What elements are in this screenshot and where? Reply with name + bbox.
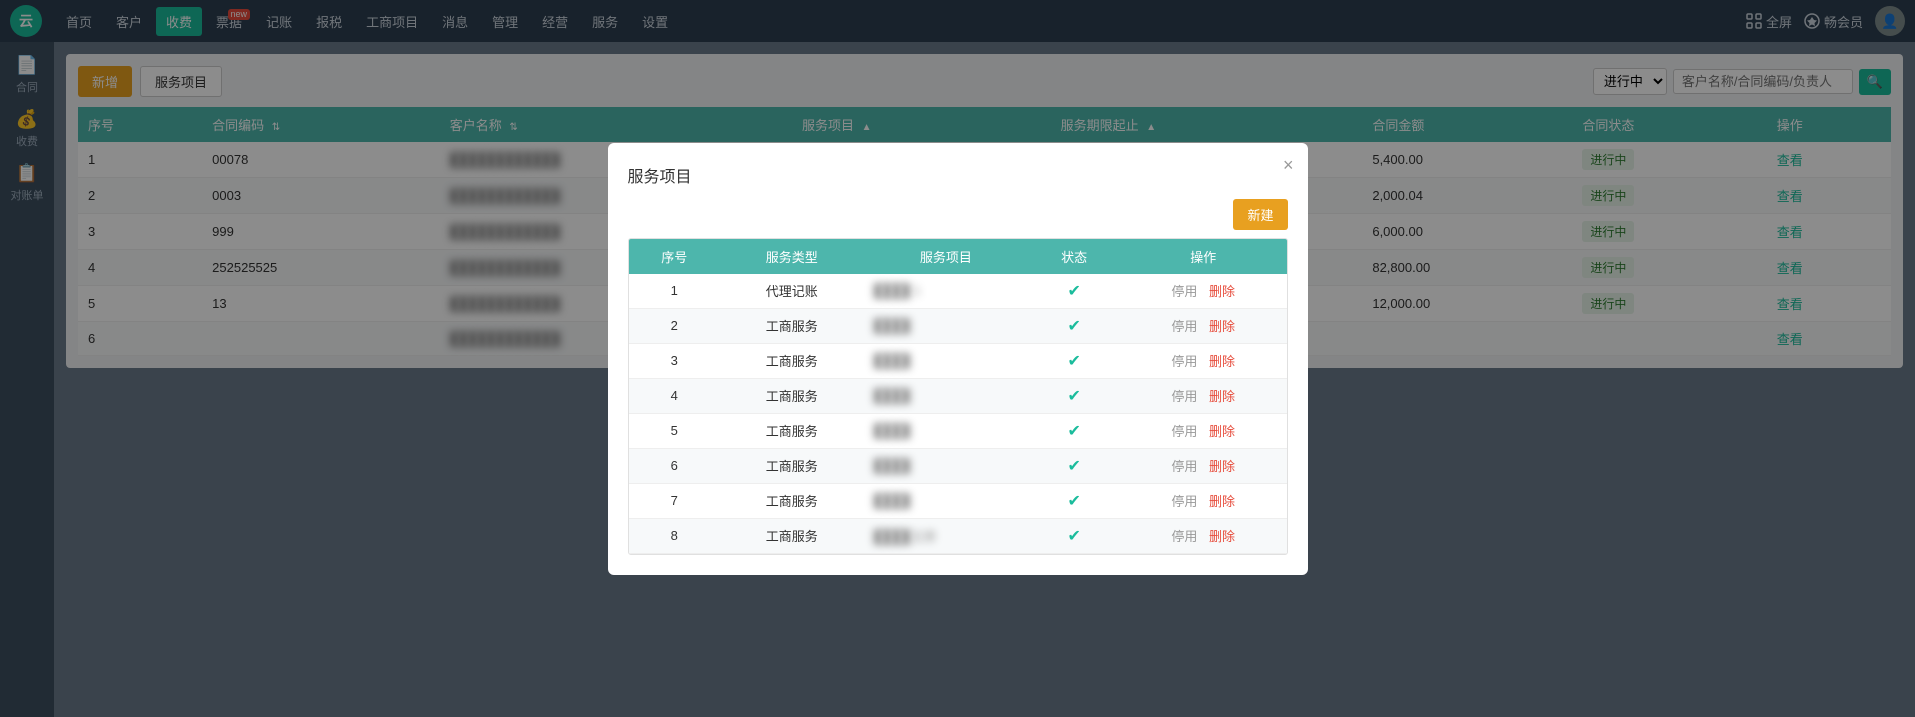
modal-td-item: ████注册 (863, 518, 1028, 553)
modal-td-action: 停用 删除 (1120, 378, 1287, 413)
delete-button[interactable]: 删除 (1209, 389, 1235, 404)
modal-td-action: 停用 删除 (1120, 413, 1287, 448)
modal-table-row: 1 代理记账 ████ 1 ✔ 停用 删除 (629, 274, 1287, 309)
modal-td-status: ✔ (1028, 343, 1120, 378)
service-items-table: 序号 服务类型 服务项目 状态 操作 1 代理记账 ████ 1 ✔ 停用 删除… (629, 239, 1287, 554)
modal-td-type: 工商服务 (720, 448, 863, 483)
stop-button[interactable]: 停用 (1171, 424, 1197, 439)
modal-td-index: 4 (629, 378, 721, 413)
modal-table-header: 序号 服务类型 服务项目 状态 操作 (629, 239, 1287, 274)
modal-td-action: 停用 删除 (1120, 308, 1287, 343)
modal-td-index: 5 (629, 413, 721, 448)
modal-td-status: ✔ (1028, 308, 1120, 343)
modal-td-item: ████ (863, 483, 1028, 518)
status-check-icon: ✔ (1067, 458, 1080, 475)
delete-button[interactable]: 删除 (1209, 529, 1235, 544)
modal-th-index: 序号 (629, 239, 721, 274)
status-check-icon: ✔ (1067, 423, 1080, 440)
status-check-icon: ✔ (1067, 388, 1080, 405)
stop-button[interactable]: 停用 (1171, 284, 1197, 299)
modal-td-item: ████ 1 (863, 274, 1028, 309)
modal-td-action: 停用 删除 (1120, 343, 1287, 378)
modal-table-row: 6 工商服务 ████ ✔ 停用 删除 (629, 448, 1287, 483)
modal-th-status: 状态 (1028, 239, 1120, 274)
modal-overlay[interactable]: × 服务项目 新建 序号 服务类型 服务项目 状态 操作 1 代理记账 ██ (0, 0, 1915, 717)
modal-td-item: ████ (863, 308, 1028, 343)
modal-td-type: 工商服务 (720, 518, 863, 553)
modal-td-index: 1 (629, 274, 721, 309)
modal-td-item: ████ (863, 448, 1028, 483)
modal-td-status: ✔ (1028, 483, 1120, 518)
modal-td-status: ✔ (1028, 448, 1120, 483)
modal-td-index: 7 (629, 483, 721, 518)
stop-button[interactable]: 停用 (1171, 389, 1197, 404)
modal-td-type: 工商服务 (720, 343, 863, 378)
stop-button[interactable]: 停用 (1171, 529, 1197, 544)
delete-button[interactable]: 删除 (1209, 284, 1235, 299)
modal-td-status: ✔ (1028, 274, 1120, 309)
status-check-icon: ✔ (1067, 283, 1080, 300)
modal-td-action: 停用 删除 (1120, 483, 1287, 518)
status-check-icon: ✔ (1067, 528, 1080, 545)
delete-button[interactable]: 删除 (1209, 354, 1235, 369)
status-check-icon: ✔ (1067, 353, 1080, 370)
service-items-modal: × 服务项目 新建 序号 服务类型 服务项目 状态 操作 1 代理记账 ██ (608, 143, 1308, 575)
modal-td-item: ████ (863, 413, 1028, 448)
status-check-icon: ✔ (1067, 493, 1080, 510)
modal-new-button[interactable]: 新建 (1233, 199, 1287, 230)
delete-button[interactable]: 删除 (1209, 459, 1235, 474)
modal-td-type: 工商服务 (720, 413, 863, 448)
modal-th-item: 服务项目 (863, 239, 1028, 274)
modal-td-index: 6 (629, 448, 721, 483)
modal-td-status: ✔ (1028, 378, 1120, 413)
modal-td-status: ✔ (1028, 518, 1120, 553)
modal-table-row: 5 工商服务 ████ ✔ 停用 删除 (629, 413, 1287, 448)
modal-td-index: 8 (629, 518, 721, 553)
modal-toolbar: 新建 (628, 199, 1288, 230)
delete-button[interactable]: 删除 (1209, 494, 1235, 509)
modal-td-index: 2 (629, 308, 721, 343)
modal-table-wrap: 序号 服务类型 服务项目 状态 操作 1 代理记账 ████ 1 ✔ 停用 删除… (628, 238, 1288, 555)
modal-th-action: 操作 (1120, 239, 1287, 274)
delete-button[interactable]: 删除 (1209, 424, 1235, 439)
modal-td-status: ✔ (1028, 413, 1120, 448)
modal-td-action: 停用 删除 (1120, 448, 1287, 483)
modal-table-row: 7 工商服务 ████ ✔ 停用 删除 (629, 483, 1287, 518)
status-check-icon: ✔ (1067, 318, 1080, 335)
modal-th-type: 服务类型 (720, 239, 863, 274)
modal-title: 服务项目 (628, 163, 1288, 187)
stop-button[interactable]: 停用 (1171, 459, 1197, 474)
modal-td-index: 3 (629, 343, 721, 378)
modal-td-type: 工商服务 (720, 483, 863, 518)
modal-table-row: 8 工商服务 ████注册 ✔ 停用 删除 (629, 518, 1287, 553)
modal-td-action: 停用 删除 (1120, 518, 1287, 553)
modal-td-item: ████ (863, 378, 1028, 413)
stop-button[interactable]: 停用 (1171, 319, 1197, 334)
modal-td-type: 工商服务 (720, 308, 863, 343)
modal-table-row: 4 工商服务 ████ ✔ 停用 删除 (629, 378, 1287, 413)
stop-button[interactable]: 停用 (1171, 354, 1197, 369)
modal-td-item: ████ (863, 343, 1028, 378)
modal-td-type: 工商服务 (720, 378, 863, 413)
stop-button[interactable]: 停用 (1171, 494, 1197, 509)
modal-td-action: 停用 删除 (1120, 274, 1287, 309)
modal-td-type: 代理记账 (720, 274, 863, 309)
modal-table-row: 3 工商服务 ████ ✔ 停用 删除 (629, 343, 1287, 378)
modal-close-button[interactable]: × (1283, 155, 1294, 176)
modal-table-row: 2 工商服务 ████ ✔ 停用 删除 (629, 308, 1287, 343)
delete-button[interactable]: 删除 (1209, 319, 1235, 334)
